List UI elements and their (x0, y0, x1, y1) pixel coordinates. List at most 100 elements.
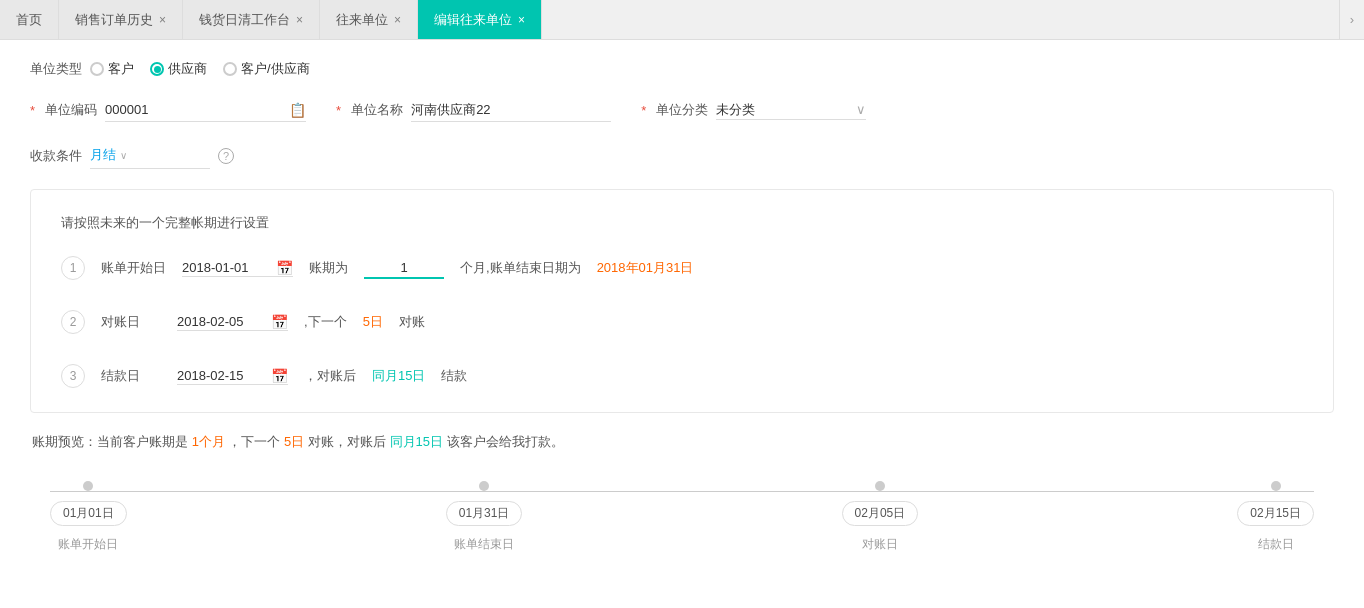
tab-partner-units[interactable]: 往来单位 × (320, 0, 418, 39)
radio-customer-label: 客户 (108, 60, 134, 78)
timeline-item-1: 01月31日 账单结束日 (446, 481, 523, 553)
unit-name-label: 单位名称 (351, 101, 403, 119)
row-3-highlight: 同月15日 (372, 367, 425, 385)
timeline-container: 01月01日 账单开始日 01月31日 账单结束日 02月05日 对账日 (30, 481, 1334, 553)
unit-category-star: * (641, 103, 646, 118)
tab-edit-partner[interactable]: 编辑往来单位 × (418, 0, 542, 39)
tab-sales-order-history[interactable]: 销售订单历史 × (59, 0, 183, 39)
payment-terms-group: 收款条件 月结 ∨ ? (30, 142, 234, 169)
row-1-period-suffix: 个月,账单结束日期为 (460, 259, 581, 277)
settings-row-1: 1 账单开始日 📅 账期为 个月,账单结束日期为 2018年01月31日 (61, 256, 1303, 280)
timeline-node-3: 02月15日 (1237, 501, 1314, 526)
row-1-label: 账单开始日 (101, 259, 166, 277)
row-2-highlight: 5日 (363, 313, 383, 331)
row-1-date-input: 📅 (182, 260, 293, 277)
preview-mid2: 对账，对账后 (308, 434, 386, 449)
row-2-date-input: 📅 (177, 314, 288, 331)
payment-terms-help-icon[interactable]: ? (218, 148, 234, 164)
tab-bar: 首页 销售订单历史 × 钱货日清工作台 × 往来单位 × 编辑往来单位 × › (0, 0, 1364, 40)
radio-customer-circle (90, 62, 104, 76)
preview-mid1: ，下一个 (228, 434, 280, 449)
timeline-node-2: 02月05日 (842, 501, 919, 526)
settings-row-2: 2 对账日 📅 ,下一个 5日 对账 (61, 310, 1303, 334)
unit-category-value: 未分类 (716, 101, 852, 119)
tab-partner-units-close[interactable]: × (394, 13, 401, 27)
tab-cash-clearing-close[interactable]: × (296, 13, 303, 27)
row-2-calendar-icon[interactable]: 📅 (271, 314, 288, 330)
timeline-label-2: 对账日 (862, 536, 898, 553)
radio-supplier-circle (150, 62, 164, 76)
radio-both[interactable]: 客户/供应商 (223, 60, 310, 78)
radio-both-circle (223, 62, 237, 76)
unit-category-group: * 单位分类 未分类 ∨ (641, 101, 866, 120)
timeline-node-1: 01月31日 (446, 501, 523, 526)
timeline-node-0: 01月01日 (50, 501, 127, 526)
timeline-label-3: 结款日 (1258, 536, 1294, 553)
unit-name-input[interactable] (411, 98, 611, 122)
tab-home[interactable]: 首页 (0, 0, 59, 39)
unit-code-label: 单位编码 (45, 101, 97, 119)
preview-part1: 1个月 (192, 434, 225, 449)
row-number-2: 2 (61, 310, 85, 334)
row-2-suffix-after: 对账 (399, 313, 425, 331)
tab-partner-units-label: 往来单位 (336, 11, 388, 29)
settings-box: 请按照未来的一个完整帐期进行设置 1 账单开始日 📅 账期为 个月,账单结束日期… (30, 189, 1334, 413)
unit-info-row: * 单位编码 📋 * 单位名称 * 单位分类 未分类 ∨ (30, 98, 1334, 122)
row-1-end-date: 2018年01月31日 (597, 259, 694, 277)
payment-terms-label: 收款条件 (30, 147, 82, 165)
tab-edit-partner-label: 编辑往来单位 (434, 11, 512, 29)
unit-category-label: 单位分类 (656, 101, 708, 119)
timeline-dot-0 (83, 481, 93, 491)
radio-supplier-label: 供应商 (168, 60, 207, 78)
row-3-label: 结款日 (101, 367, 161, 385)
tab-home-label: 首页 (16, 11, 42, 29)
row-2-suffix-before: ,下一个 (304, 313, 347, 331)
timeline-item-3: 02月15日 结款日 (1237, 481, 1314, 553)
timeline-item-0: 01月01日 账单开始日 (50, 481, 127, 553)
unit-code-input-wrapper: 📋 (105, 98, 306, 122)
preview-part2: 5日 (284, 434, 304, 449)
radio-both-label: 客户/供应商 (241, 60, 310, 78)
unit-code-input[interactable] (105, 98, 285, 121)
unit-type-group: 单位类型 客户 供应商 客户/供应商 (30, 60, 310, 78)
row-number-3: 3 (61, 364, 85, 388)
row-number-1: 1 (61, 256, 85, 280)
unit-category-dropdown[interactable]: 未分类 ∨ (716, 101, 866, 120)
row-1-period-input[interactable] (364, 258, 444, 279)
settings-title: 请按照未来的一个完整帐期进行设置 (61, 214, 1303, 232)
preview-section: 账期预览：当前客户账期是 1个月 ，下一个 5日 对账，对账后 同月15日 该客… (30, 433, 1334, 451)
timeline-label-1: 账单结束日 (454, 536, 514, 553)
tab-cash-clearing[interactable]: 钱货日清工作台 × (183, 0, 320, 39)
timeline-dot-3 (1271, 481, 1281, 491)
radio-customer[interactable]: 客户 (90, 60, 134, 78)
row-1-calendar-icon[interactable]: 📅 (276, 260, 293, 276)
unit-type-row: 单位类型 客户 供应商 客户/供应商 (30, 60, 1334, 78)
timeline-dot-1 (479, 481, 489, 491)
unit-code-icon[interactable]: 📋 (289, 102, 306, 118)
tab-cash-clearing-label: 钱货日清工作台 (199, 11, 290, 29)
radio-group: 客户 供应商 客户/供应商 (90, 60, 310, 78)
timeline-nodes: 01月01日 账单开始日 01月31日 账单结束日 02月05日 对账日 (50, 481, 1314, 553)
unit-name-group: * 单位名称 (336, 98, 611, 122)
unit-name-star: * (336, 103, 341, 118)
main-content: 单位类型 客户 供应商 客户/供应商 * 单位编码 (0, 40, 1364, 608)
unit-category-arrow-icon: ∨ (856, 102, 866, 117)
tab-sales-order-history-close[interactable]: × (159, 13, 166, 27)
row-3-date-field[interactable] (177, 368, 267, 383)
row-2-date-field[interactable] (177, 314, 267, 329)
row-1-period-label: 账期为 (309, 259, 348, 277)
row-3-calendar-icon[interactable]: 📅 (271, 368, 288, 384)
row-3-date-input: 📅 (177, 368, 288, 385)
tab-sales-order-history-label: 销售订单历史 (75, 11, 153, 29)
timeline-item-2: 02月05日 对账日 (842, 481, 919, 553)
row-1-date-field[interactable] (182, 260, 272, 275)
payment-terms-dropdown[interactable]: 月结 ∨ (90, 142, 210, 169)
unit-type-label: 单位类型 (30, 60, 82, 78)
preview-suffix: 该客户会给我打款。 (447, 434, 564, 449)
tab-scroll-right[interactable]: › (1339, 0, 1364, 39)
radio-supplier[interactable]: 供应商 (150, 60, 207, 78)
tab-edit-partner-close[interactable]: × (518, 13, 525, 27)
payment-terms-row: 收款条件 月结 ∨ ? (30, 142, 1334, 169)
preview-prefix: 账期预览：当前客户账期是 (32, 434, 188, 449)
unit-code-group: * 单位编码 📋 (30, 98, 306, 122)
